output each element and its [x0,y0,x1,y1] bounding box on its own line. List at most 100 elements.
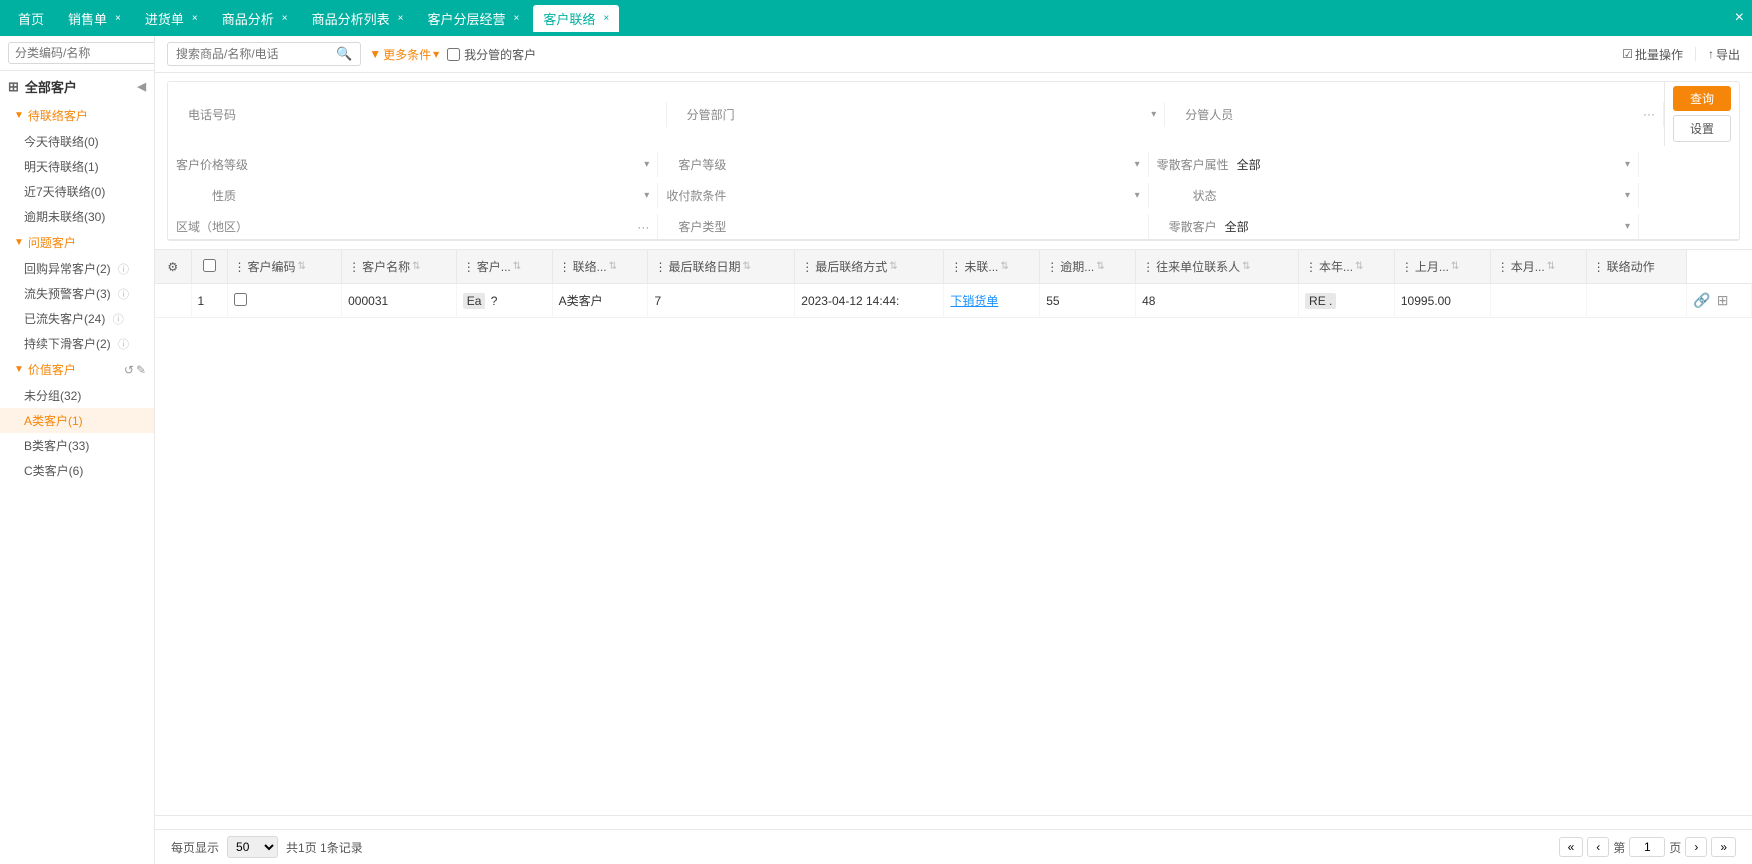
last-page-btn[interactable]: » [1711,837,1736,857]
sort-thismonth-icon[interactable]: ⇅ [1547,261,1555,272]
close-product-analysis-icon[interactable]: × [282,13,288,24]
search-box: 🔍 [167,42,361,66]
sidebar-item-declining[interactable]: 持续下滑客户(2) ⓘ [0,331,154,356]
pending-contact-group[interactable]: ▼ 待联络客户 [0,102,154,129]
sidebar-item-tomorrow[interactable]: 明天待联络(1) [0,154,154,179]
col-divider2: ⋮ [348,260,360,274]
col-last-date: ⋮ 最后联络日期 ⇅ [648,250,795,284]
nav-customer-segment[interactable]: 客户分层经营 × [417,5,529,32]
sidebar-item-ungrouped[interactable]: 未分组(32) [0,383,154,408]
close-purchase-order-icon[interactable]: × [192,13,198,24]
filter-scatter-attr: 零散客户属性 全部 ▾ [1149,152,1639,177]
customer-level-arrow: ▾ [1135,159,1140,170]
query-button[interactable]: 查询 [1673,86,1731,111]
all-customers-header[interactable]: ⊞ 全部客户 ◀ [0,71,154,102]
first-page-btn[interactable]: « [1559,837,1584,857]
check-col-header [191,250,227,284]
more-filters-btn[interactable]: ▼ 更多条件 ▾ [369,46,439,63]
nav-product-analysis[interactable]: 商品分析 × [212,5,298,32]
scatter-attr-value[interactable]: 全部 [1237,156,1621,173]
name-badge: Ea [463,293,486,309]
nature-arrow: ▾ [644,190,649,201]
close-product-analysis-list-icon[interactable]: × [398,13,404,24]
col-liaison: ⋮ 往来单位联系人 ⇅ [1136,250,1299,284]
manager-dots-icon[interactable]: ··· [1643,107,1655,121]
sort-level-icon[interactable]: ⇅ [513,261,521,272]
col-last-month: ⋮ 上月... ⇅ [1394,250,1490,284]
export-btn[interactable]: ↑ 导出 [1708,46,1740,63]
page-number-input[interactable] [1629,837,1665,857]
select-all-checkbox[interactable] [203,259,216,272]
region-dots-icon[interactable]: ··· [637,220,649,234]
row-name: Ea ? [456,284,552,318]
scatter-customer-value[interactable]: 全部 [1225,218,1621,235]
batch-operation-btn[interactable]: ☑ 批量操作 [1622,46,1683,63]
sidebar-item-class-b[interactable]: B类客户(33) [0,433,154,458]
sort-name-icon[interactable]: ⇅ [412,261,420,272]
group-arrow-icon2: ▼ [14,237,24,248]
sort-method-icon[interactable]: ⇅ [889,261,897,272]
row-link-icon[interactable]: 🔗 [1693,292,1710,309]
filter-phone: 电话号码 [168,102,667,127]
close-all-tabs-icon[interactable]: × [1735,9,1744,27]
nav-purchase-order[interactable]: 进货单 × [135,5,208,32]
nav-sales-order[interactable]: 销售单 × [58,5,131,32]
main-layout: 🔍 ⊞ 全部客户 ◀ ▼ 待联络客户 今天待联络(0) 明天待联络(1) 近7天… [0,36,1752,864]
refresh-icon[interactable]: ↺ [124,363,134,377]
sidebar-item-repeat-abnormal[interactable]: 回购异常客户(2) ⓘ [0,256,154,281]
phone-input[interactable] [244,107,658,121]
sort-lastmonth-icon[interactable]: ⇅ [1451,261,1459,272]
col-divider4: ⋮ [559,260,571,274]
sidebar-item-7days[interactable]: 近7天待联络(0) [0,179,154,204]
sort-overdue-icon[interactable]: ⇅ [1096,261,1104,272]
sidebar-item-churned[interactable]: 已流失客户(24) ⓘ [0,306,154,331]
setting-button[interactable]: 设置 [1673,115,1731,142]
per-page-select[interactable]: 50 100 200 [227,836,278,858]
sidebar-item-class-c[interactable]: C类客户(6) [0,458,154,483]
price-level-arrow: ▾ [644,159,649,170]
filter-row-2: 客户价格等级 ▾ 客户等级 ▾ 零散客户属性 全部 ▾ [168,152,1739,177]
col-this-year: ⋮ 本年... ⇅ [1299,250,1395,284]
table-row: 1 000031 Ea ? A类客户 7 2023-04-12 14:44: [155,284,1752,318]
sort-liaison-icon[interactable]: ⇅ [1242,261,1250,272]
nav-product-analysis-list[interactable]: 商品分析列表 × [302,5,414,32]
row-checkbox[interactable] [234,293,247,306]
settings-gear-icon[interactable]: ⚙ [167,260,178,274]
top-navigation: 首页 销售单 × 进货单 × 商品分析 × 商品分析列表 × 客户分层经营 × … [0,0,1752,36]
filter-search-input[interactable] [176,47,336,61]
row-share-icon[interactable]: ⊞ [1717,292,1729,309]
filter-row-1: 电话号码 分管部门 ▾ 分管人员 ··· [168,82,1739,146]
close-customer-contact-icon[interactable]: × [603,13,609,24]
value-customers-group[interactable]: ▼ 价值客户 ↺ ✎ [0,356,154,383]
filter-icon: ▼ [369,47,381,61]
sidebar-item-overdue[interactable]: 逾期未联络(30) [0,204,154,229]
next-page-btn[interactable]: › [1685,837,1707,857]
sidebar-item-today[interactable]: 今天待联络(0) [0,129,154,154]
collapse-sidebar-icon[interactable]: ◀ [138,80,146,93]
sort-contact-icon[interactable]: ⇅ [609,261,617,272]
nav-customer-contact[interactable]: 客户联络 × [533,5,619,32]
sidebar-item-churn-warning[interactable]: 流失预警客户(3) ⓘ [0,281,154,306]
prev-page-btn[interactable]: ‹ [1587,837,1609,857]
horizontal-scrollbar[interactable] [155,815,1752,829]
sidebar-search-input[interactable] [8,42,155,64]
mine-filter-checkbox[interactable] [447,48,460,61]
info-icon2: ⓘ [118,289,129,301]
problem-customers-group[interactable]: ▼ 问题客户 [0,229,154,256]
sort-notcontact-icon[interactable]: ⇅ [1000,261,1008,272]
chevron-down-icon: ▾ [433,47,439,61]
col-overdue: ⋮ 逾期... ⇅ [1040,250,1136,284]
page-label: 第 [1613,839,1625,856]
status-arrow: ▾ [1625,190,1630,201]
sort-code-icon[interactable]: ⇅ [298,261,306,272]
sort-thisyear-icon[interactable]: ⇅ [1355,261,1363,272]
last-method-link[interactable]: 下销货单 [950,294,998,308]
close-customer-segment-icon[interactable]: × [513,13,519,24]
col-divider10: ⋮ [1305,260,1317,274]
sidebar-item-class-a[interactable]: A类客户(1) [0,408,154,433]
nav-home[interactable]: 首页 [8,5,54,32]
close-sales-order-icon[interactable]: × [115,13,121,24]
col-this-month: ⋮ 本月... ⇅ [1490,250,1586,284]
sort-date-icon[interactable]: ⇅ [742,261,750,272]
edit-group-icon[interactable]: ✎ [136,363,146,377]
